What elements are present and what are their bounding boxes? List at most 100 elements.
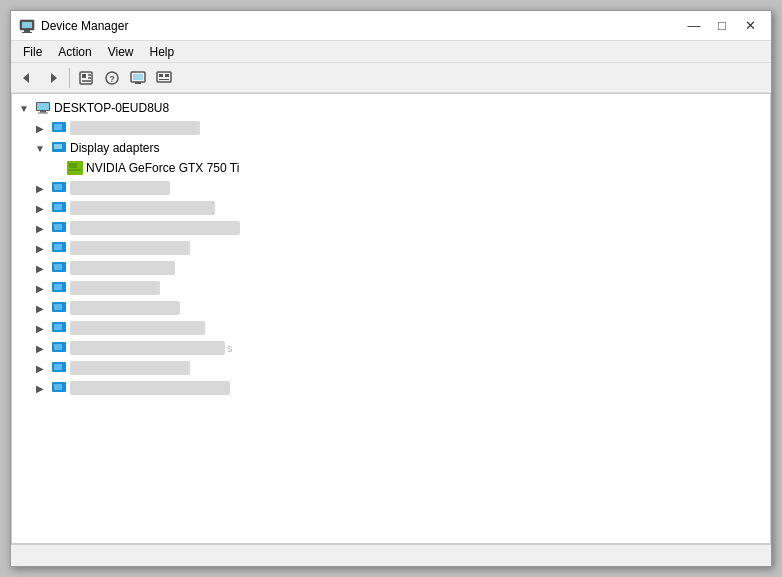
blurred-label [70,341,225,355]
help-button[interactable]: ? [100,66,124,90]
blurred-label [70,221,240,235]
svg-rect-52 [54,384,62,390]
device-info-button[interactable] [126,66,150,90]
display-adapters-label: Display adapters [70,141,159,155]
monitor-button[interactable] [152,66,176,90]
expand-icon: ▼ [32,140,48,156]
svg-rect-22 [40,111,46,113]
blurred-label [70,201,215,215]
tree-category-13[interactable]: ▶ [12,378,770,398]
blurred-suffix: s [227,342,233,354]
tree-category-9[interactable]: ▶ [12,298,770,318]
tree-category-blurred-1[interactable]: ▶ [12,118,770,138]
svg-rect-42 [54,284,62,290]
forward-button[interactable] [41,66,65,90]
category-icon [51,300,67,316]
tree-view: ▼ DESKTOP-0EUD8U8 ▶ [12,94,770,402]
svg-rect-30 [69,169,81,171]
category-icon [51,360,67,376]
back-button[interactable] [15,66,39,90]
computer-icon [35,100,51,116]
tree-category-7[interactable]: ▶ [12,258,770,278]
category-icon [51,260,67,276]
nvidia-label: NVIDIA GeForce GTX 750 Ti [86,161,239,175]
minimize-button[interactable]: — [681,15,707,37]
svg-rect-27 [54,144,62,149]
svg-rect-32 [54,184,62,190]
svg-rect-21 [37,103,49,110]
tree-category-8[interactable]: ▶ [12,278,770,298]
device-info-icon [130,70,146,86]
category-icon [51,240,67,256]
maximize-button[interactable]: □ [709,15,735,37]
menu-help[interactable]: Help [142,41,183,62]
forward-icon [45,70,61,86]
tree-category-5[interactable]: ▶ [12,218,770,238]
category-icon [51,320,67,336]
blurred-label [70,321,205,335]
svg-rect-3 [22,32,32,33]
root-label: DESKTOP-0EUD8U8 [54,101,169,115]
svg-rect-15 [135,82,141,84]
tree-category-10[interactable]: ▶ [12,318,770,338]
menu-view[interactable]: View [100,41,142,62]
menu-file[interactable]: File [15,41,50,62]
tree-category-11[interactable]: ▶ s [12,338,770,358]
blurred-label [70,121,200,135]
svg-rect-25 [54,124,62,130]
svg-rect-48 [54,344,62,350]
tree-category-6[interactable]: ▶ [12,238,770,258]
expand-icon: ▶ [32,200,48,216]
content-area[interactable]: ▼ DESKTOP-0EUD8U8 ▶ [11,93,771,544]
category-icon [51,380,67,396]
svg-rect-17 [159,74,163,77]
tree-category-3[interactable]: ▶ [12,178,770,198]
blurred-label [70,241,190,255]
svg-rect-44 [54,304,62,310]
expand-icon: ▶ [32,120,48,136]
tree-category-12[interactable]: ▶ [12,358,770,378]
close-button[interactable]: ✕ [737,15,763,37]
window-icon [19,18,35,34]
svg-rect-14 [133,74,143,80]
svg-rect-18 [165,74,169,77]
category-icon [51,340,67,356]
svg-rect-7 [82,74,86,78]
toolbar-separator-1 [69,68,70,88]
svg-rect-2 [24,30,30,32]
expand-icon: ▶ [32,260,48,276]
tree-nvidia[interactable]: NVIDIA GeForce GTX 750 Ti [12,158,770,178]
monitor-icon [156,70,172,86]
expand-icon: ▶ [32,300,48,316]
display-adapter-icon [51,140,67,156]
category-icon [51,280,67,296]
window-title: Device Manager [41,19,681,33]
blurred-label [70,261,175,275]
category-icon [51,120,67,136]
blurred-label [70,361,190,375]
properties-icon [78,70,94,86]
tree-root[interactable]: ▼ DESKTOP-0EUD8U8 [12,98,770,118]
svg-rect-19 [159,79,169,80]
expand-icon: ▼ [16,100,32,116]
status-bar [11,544,771,566]
tree-category-4[interactable]: ▶ [12,198,770,218]
tree-display-adapters[interactable]: ▼ Display adapters [12,138,770,158]
title-bar: Device Manager — □ ✕ [11,11,771,41]
expand-icon: ▶ [32,320,48,336]
properties-button[interactable] [74,66,98,90]
back-icon [19,70,35,86]
expand-icon: ▶ [32,360,48,376]
expand-icon: ▶ [32,280,48,296]
menu-action[interactable]: Action [50,41,99,62]
device-manager-window: Device Manager — □ ✕ File Action View He… [10,10,772,567]
expand-icon: ▶ [32,380,48,396]
svg-rect-23 [38,113,48,114]
category-icon [51,220,67,236]
expand-icon: ▶ [32,240,48,256]
expand-icon: ▶ [32,180,48,196]
svg-rect-38 [54,244,62,250]
svg-marker-4 [23,73,29,83]
blurred-label [70,381,230,395]
category-icon [51,200,67,216]
